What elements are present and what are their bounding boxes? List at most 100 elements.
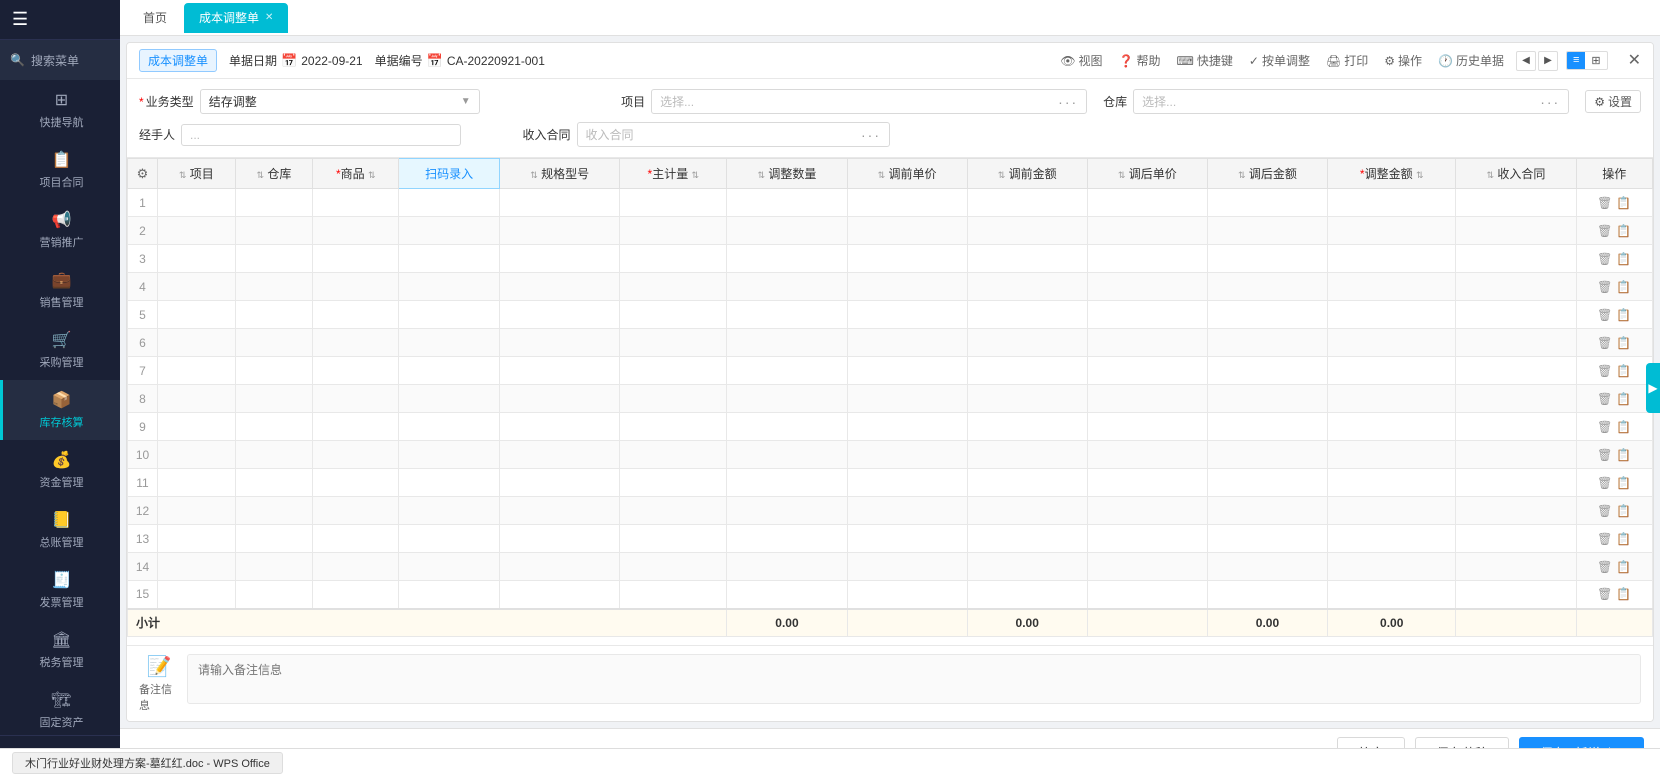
row-product-2[interactable] [313,217,399,245]
row-project-7[interactable] [158,357,236,385]
row-adjustamount-4[interactable] [1328,273,1456,301]
row-beforeamount-8[interactable] [967,385,1087,413]
view-list-btn[interactable]: ≡ [1567,52,1585,69]
row-afterprice-3[interactable] [1087,245,1207,273]
row-adjustqty-10[interactable] [727,441,847,469]
right-edge-tab[interactable]: ▶ [1646,363,1660,413]
window-close-btn[interactable]: ✕ [1628,53,1641,69]
row-spec-11[interactable] [500,469,620,497]
row-afteramount-10[interactable] [1207,441,1327,469]
row-project-1[interactable] [158,189,236,217]
row-warehouse-8[interactable] [235,385,313,413]
row-beforeamount-13[interactable] [967,525,1087,553]
row-afterprice-15[interactable] [1087,581,1207,609]
row-spec-4[interactable] [500,273,620,301]
row-unit-8[interactable] [620,385,727,413]
row-adjustqty-1[interactable] [727,189,847,217]
row-warehouse-10[interactable] [235,441,313,469]
row-unit-9[interactable] [620,413,727,441]
row-beforeprice-7[interactable] [847,357,967,385]
sidebar-item-inventory[interactable]: 📦库存核算 [0,380,120,440]
row-incomecontract-2[interactable] [1456,217,1576,245]
help-btn[interactable]: ❓ 帮助 [1115,50,1165,71]
col-beforeamount-header[interactable]: ⇅ 调前金额 [967,159,1087,189]
row-adjustqty-3[interactable] [727,245,847,273]
row-beforeamount-9[interactable] [967,413,1087,441]
row-delete-btn-5[interactable]: 🗑 [1597,308,1612,322]
sidebar-item-fixed-assets[interactable]: 🏗固定资产 [0,680,120,735]
row-unit-4[interactable] [620,273,727,301]
row-spec-12[interactable] [500,497,620,525]
row-delete-btn-4[interactable]: 🗑 [1597,280,1612,294]
row-adjustamount-2[interactable] [1328,217,1456,245]
row-beforeamount-15[interactable] [967,581,1087,609]
row-copy-btn-8[interactable]: 📋 [1616,392,1631,406]
row-project-14[interactable] [158,553,236,581]
row-spec-13[interactable] [500,525,620,553]
row-incomecontract-8[interactable] [1456,385,1576,413]
row-product-1[interactable] [313,189,399,217]
row-incomecontract-9[interactable] [1456,413,1576,441]
row-product-11[interactable] [313,469,399,497]
row-copy-btn-6[interactable]: 📋 [1616,336,1631,350]
row-project-6[interactable] [158,329,236,357]
row-spec-10[interactable] [500,441,620,469]
row-adjustamount-1[interactable] [1328,189,1456,217]
sidebar-item-tax-mgmt[interactable]: 🏛税务管理 [0,620,120,680]
row-afteramount-3[interactable] [1207,245,1327,273]
nav-prev-btn[interactable]: ◀ [1516,51,1536,71]
row-delete-btn-7[interactable]: 🗑 [1597,364,1612,378]
row-unit-3[interactable] [620,245,727,273]
row-copy-btn-5[interactable]: 📋 [1616,308,1631,322]
row-warehouse-11[interactable] [235,469,313,497]
row-afterprice-9[interactable] [1087,413,1207,441]
row-copy-btn-1[interactable]: 📋 [1616,196,1631,210]
row-adjustqty-7[interactable] [727,357,847,385]
row-spec-6[interactable] [500,329,620,357]
row-delete-btn-10[interactable]: 🗑 [1597,448,1612,462]
row-product-9[interactable] [313,413,399,441]
row-copy-btn-4[interactable]: 📋 [1616,280,1631,294]
row-unit-11[interactable] [620,469,727,497]
col-afterprice-header[interactable]: ⇅ 调后单价 [1087,159,1207,189]
row-unit-2[interactable] [620,217,727,245]
row-beforeprice-6[interactable] [847,329,967,357]
col-product-header[interactable]: *商品 ⇅ [313,159,399,189]
row-spec-14[interactable] [500,553,620,581]
row-beforeamount-2[interactable] [967,217,1087,245]
row-beforeamount-12[interactable] [967,497,1087,525]
row-beforeprice-2[interactable] [847,217,967,245]
row-afterprice-8[interactable] [1087,385,1207,413]
row-project-8[interactable] [158,385,236,413]
col-incomecontract-header[interactable]: ⇅ 收入合同 [1456,159,1576,189]
row-delete-btn-2[interactable]: 🗑 [1597,224,1612,238]
row-unit-12[interactable] [620,497,727,525]
row-copy-btn-15[interactable]: 📋 [1616,587,1631,601]
row-delete-btn-12[interactable]: 🗑 [1597,504,1612,518]
row-delete-btn-15[interactable]: 🗑 [1597,587,1612,601]
row-spec-3[interactable] [500,245,620,273]
row-warehouse-7[interactable] [235,357,313,385]
check-adjust-btn[interactable]: ✓ 按单调整 [1245,50,1314,71]
sidebar-item-quick-nav[interactable]: ⊞快捷导航 [0,80,120,140]
row-scan-9[interactable] [399,413,500,441]
row-beforeamount-4[interactable] [967,273,1087,301]
col-adjustqty-header[interactable]: ⇅ 调整数量 [727,159,847,189]
tab-cost-adjust[interactable]: 成本调整单 ✕ [184,3,288,33]
row-afteramount-9[interactable] [1207,413,1327,441]
row-delete-btn-13[interactable]: 🗑 [1597,532,1612,546]
row-afterprice-12[interactable] [1087,497,1207,525]
row-beforeprice-11[interactable] [847,469,967,497]
row-afteramount-13[interactable] [1207,525,1327,553]
row-adjustqty-2[interactable] [727,217,847,245]
row-adjustamount-6[interactable] [1328,329,1456,357]
row-delete-btn-6[interactable]: 🗑 [1597,336,1612,350]
col-afteramount-header[interactable]: ⇅ 调后金额 [1207,159,1327,189]
row-adjustamount-8[interactable] [1328,385,1456,413]
row-unit-7[interactable] [620,357,727,385]
row-unit-6[interactable] [620,329,727,357]
tab-close-icon[interactable]: ✕ [265,12,273,23]
sidebar-item-project-contract[interactable]: 📋项目合同 [0,140,120,200]
row-copy-btn-13[interactable]: 📋 [1616,532,1631,546]
row-project-4[interactable] [158,273,236,301]
